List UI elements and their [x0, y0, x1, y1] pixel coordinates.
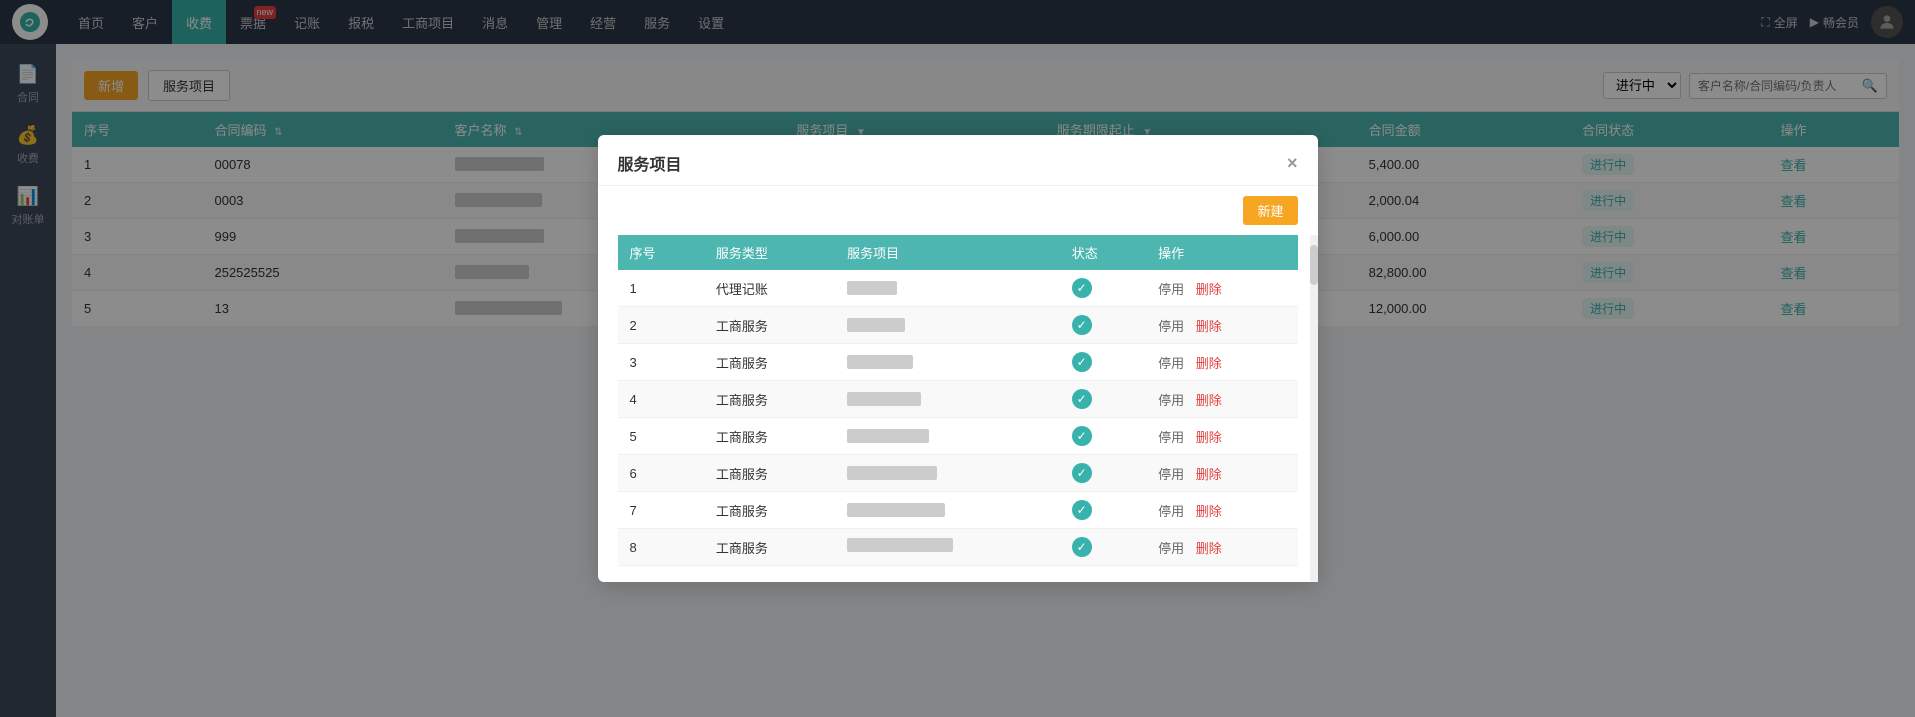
scell-seq: 3 — [618, 344, 704, 381]
scell-type: 工商服务 — [704, 418, 835, 455]
service-table: 序号 服务类型 服务项目 状态 操作 1 代理记账 ██████1 ✓ 停用 删… — [618, 235, 1298, 566]
scell-item: ██████ — [835, 455, 1060, 492]
modal-overlay[interactable]: 服务项目 × 新建 序号 服务类型 服务项目 状态 操作 1 代理记账 — [0, 0, 1915, 717]
status-check-icon: ✓ — [1072, 315, 1092, 335]
scell-status: ✓ — [1060, 307, 1146, 344]
delete-btn[interactable]: 删除 — [1196, 393, 1222, 408]
modal-toolbar: 新建 — [598, 186, 1318, 235]
sth-seq: 序号 — [618, 235, 704, 270]
service-table-body: 1 代理记账 ██████1 ✓ 停用 删除 2 工商服务 ████ ✓ 停用 … — [618, 270, 1298, 566]
scell-type: 工商服务 — [704, 492, 835, 529]
scrollbar-thumb[interactable] — [1310, 245, 1318, 285]
scell-action: 停用 删除 — [1146, 529, 1297, 566]
modal-header: 服务项目 × — [598, 135, 1318, 186]
service-table-row: 1 代理记账 ██████1 ✓ 停用 删除 — [618, 270, 1298, 307]
service-table-row: 3 工商服务 ████ ✓ 停用 删除 — [618, 344, 1298, 381]
scell-seq: 5 — [618, 418, 704, 455]
stop-btn[interactable]: 停用 — [1158, 504, 1184, 519]
status-check-icon: ✓ — [1072, 500, 1092, 520]
service-table-row: 2 工商服务 ████ ✓ 停用 删除 — [618, 307, 1298, 344]
scell-status: ✓ — [1060, 529, 1146, 566]
sth-action: 操作 — [1146, 235, 1297, 270]
scell-item: ████ — [835, 492, 1060, 529]
scell-status: ✓ — [1060, 492, 1146, 529]
scell-item: ██注册 — [835, 529, 1060, 566]
delete-btn[interactable]: 删除 — [1196, 541, 1222, 556]
modal-body: 序号 服务类型 服务项目 状态 操作 1 代理记账 ██████1 ✓ 停用 删… — [598, 235, 1318, 582]
delete-btn[interactable]: 删除 — [1196, 319, 1222, 334]
stop-btn[interactable]: 停用 — [1158, 356, 1184, 371]
scell-item: ██████1 — [835, 270, 1060, 307]
scell-seq: 8 — [618, 529, 704, 566]
scell-seq: 7 — [618, 492, 704, 529]
scell-status: ✓ — [1060, 344, 1146, 381]
service-table-row: 6 工商服务 ██████ ✓ 停用 删除 — [618, 455, 1298, 492]
scell-type: 工商服务 — [704, 529, 835, 566]
scell-status: ✓ — [1060, 418, 1146, 455]
sth-status: 状态 — [1060, 235, 1146, 270]
scell-seq: 2 — [618, 307, 704, 344]
scell-action: 停用 删除 — [1146, 270, 1297, 307]
status-check-icon: ✓ — [1072, 389, 1092, 409]
service-table-row: 8 工商服务 ██注册 ✓ 停用 删除 — [618, 529, 1298, 566]
delete-btn[interactable]: 删除 — [1196, 504, 1222, 519]
scell-seq: 1 — [618, 270, 704, 307]
scell-action: 停用 删除 — [1146, 307, 1297, 344]
scell-item: ████ — [835, 418, 1060, 455]
service-table-row: 4 工商服务 ████ ✓ 停用 删除 — [618, 381, 1298, 418]
scell-item: ████ — [835, 344, 1060, 381]
service-table-row: 5 工商服务 ████ ✓ 停用 删除 — [618, 418, 1298, 455]
scell-status: ✓ — [1060, 270, 1146, 307]
scell-action: 停用 删除 — [1146, 455, 1297, 492]
modal-close-btn[interactable]: × — [1287, 154, 1298, 172]
delete-btn[interactable]: 删除 — [1196, 467, 1222, 482]
scell-seq: 6 — [618, 455, 704, 492]
status-check-icon: ✓ — [1072, 463, 1092, 483]
service-table-row: 7 工商服务 ████ ✓ 停用 删除 — [618, 492, 1298, 529]
service-modal: 服务项目 × 新建 序号 服务类型 服务项目 状态 操作 1 代理记账 — [598, 135, 1318, 582]
scell-status: ✓ — [1060, 381, 1146, 418]
status-check-icon: ✓ — [1072, 278, 1092, 298]
scell-action: 停用 删除 — [1146, 381, 1297, 418]
stop-btn[interactable]: 停用 — [1158, 430, 1184, 445]
scell-type: 工商服务 — [704, 381, 835, 418]
delete-btn[interactable]: 删除 — [1196, 282, 1222, 297]
scell-type: 代理记账 — [704, 270, 835, 307]
stop-btn[interactable]: 停用 — [1158, 541, 1184, 556]
status-check-icon: ✓ — [1072, 352, 1092, 372]
scell-item: ████ — [835, 307, 1060, 344]
stop-btn[interactable]: 停用 — [1158, 467, 1184, 482]
stop-btn[interactable]: 停用 — [1158, 393, 1184, 408]
stop-btn[interactable]: 停用 — [1158, 319, 1184, 334]
status-check-icon: ✓ — [1072, 426, 1092, 446]
modal-new-btn[interactable]: 新建 — [1243, 196, 1297, 225]
status-check-icon: ✓ — [1072, 537, 1092, 557]
scell-type: 工商服务 — [704, 307, 835, 344]
scell-seq: 4 — [618, 381, 704, 418]
delete-btn[interactable]: 删除 — [1196, 430, 1222, 445]
sth-item: 服务项目 — [835, 235, 1060, 270]
scell-status: ✓ — [1060, 455, 1146, 492]
scell-action: 停用 删除 — [1146, 344, 1297, 381]
scell-item: ████ — [835, 381, 1060, 418]
delete-btn[interactable]: 删除 — [1196, 356, 1222, 371]
modal-title: 服务项目 — [618, 151, 682, 175]
scell-type: 工商服务 — [704, 455, 835, 492]
scell-action: 停用 删除 — [1146, 418, 1297, 455]
service-header-row: 序号 服务类型 服务项目 状态 操作 — [618, 235, 1298, 270]
scell-type: 工商服务 — [704, 344, 835, 381]
scell-action: 停用 删除 — [1146, 492, 1297, 529]
sth-type: 服务类型 — [704, 235, 835, 270]
scrollbar-track[interactable] — [1310, 235, 1318, 582]
stop-btn[interactable]: 停用 — [1158, 282, 1184, 297]
